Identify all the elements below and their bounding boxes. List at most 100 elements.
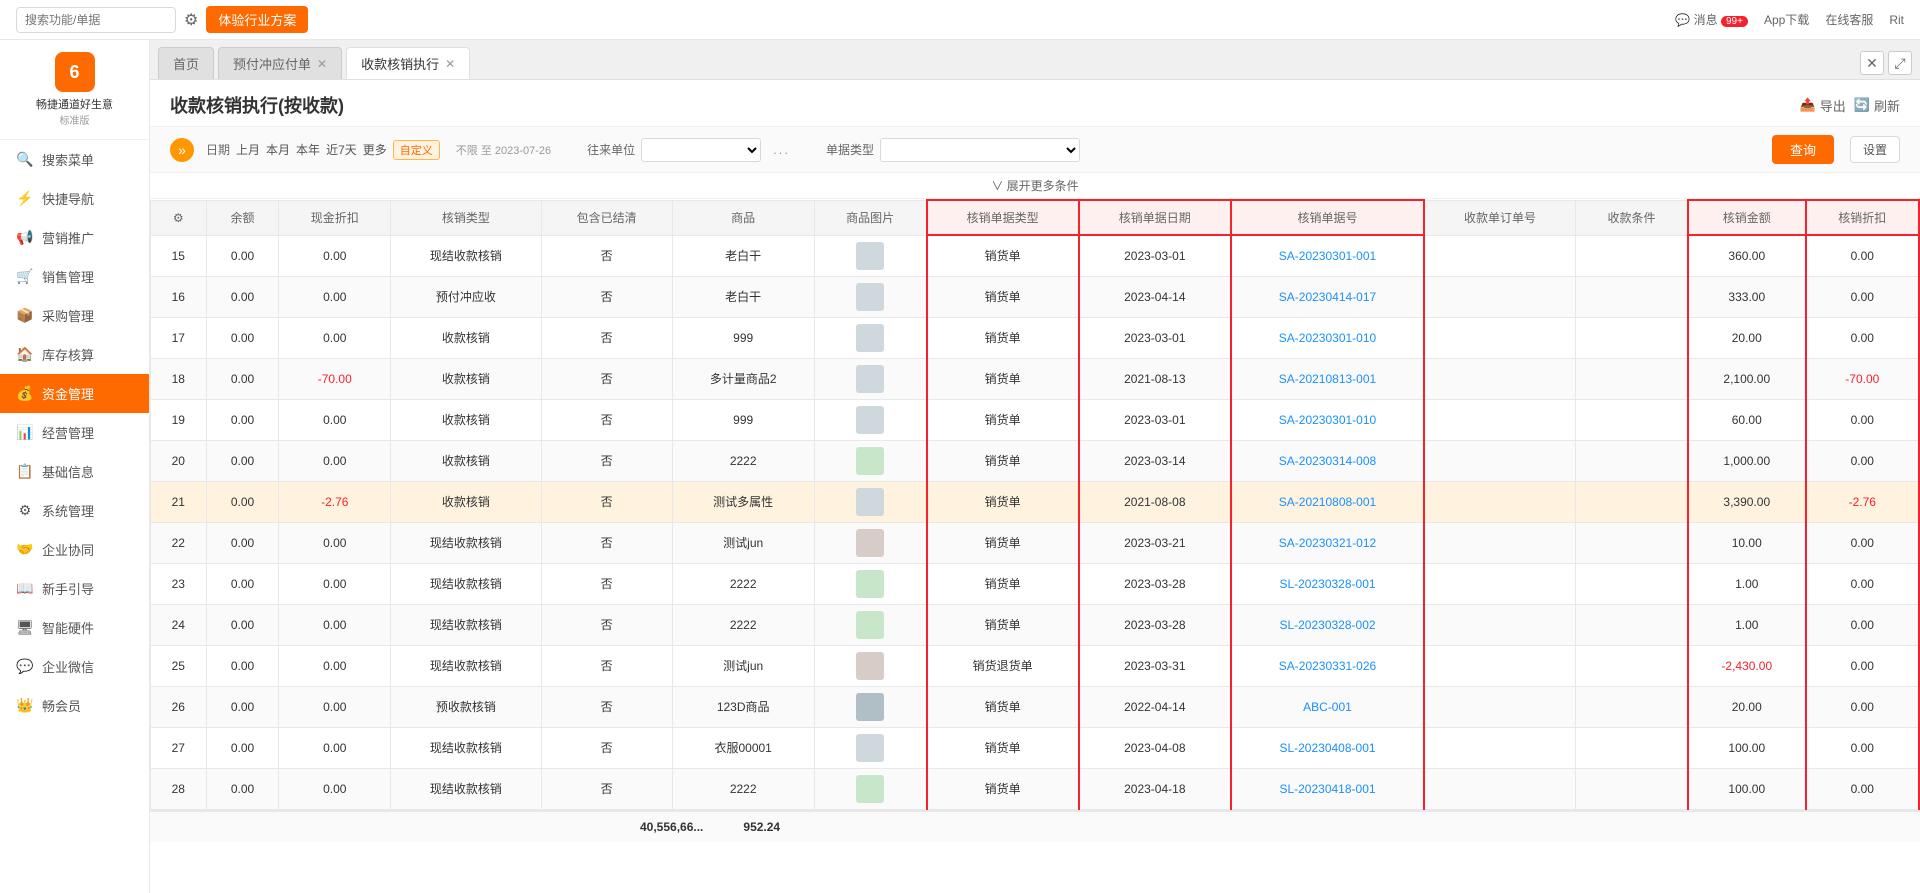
tab-collection-close[interactable]: ✕ — [445, 57, 455, 71]
cell-bill-no[interactable]: SA-20230301-010 — [1231, 317, 1424, 358]
filter-more[interactable]: 更多 — [363, 141, 387, 158]
cell-goods: 2222 — [672, 768, 814, 809]
cell-bill-no[interactable]: SL-20230328-002 — [1231, 604, 1424, 645]
refresh-label: 刷新 — [1874, 96, 1900, 115]
filter-7days[interactable]: 近7天 — [326, 141, 357, 158]
sidebar-item-finance[interactable]: 💰 资金管理 — [0, 374, 149, 413]
cell-goods-img — [814, 563, 926, 604]
refresh-button[interactable]: 🔄 刷新 — [1854, 96, 1900, 115]
sidebar-item-business[interactable]: 📊 经营管理 — [0, 413, 149, 452]
cell-bill-date: 2023-04-08 — [1079, 727, 1231, 768]
tab-prepaid[interactable]: 预付冲应付单 ✕ — [218, 47, 342, 79]
sidebar-label-inventory: 库存核算 — [42, 345, 94, 364]
cell-goods-img — [814, 399, 926, 440]
filter-receipt-type-select[interactable] — [880, 138, 1080, 162]
cell-bill-no[interactable]: SL-20230418-001 — [1231, 768, 1424, 809]
table-row: 26 0.00 0.00 预收款核销 否 123D商品 销货单 2022-04-… — [151, 686, 1920, 727]
cell-discount: 0.00 — [1806, 399, 1919, 440]
expand-conditions-button[interactable]: ∨ 展开更多条件 — [991, 177, 1078, 194]
filter-this-month[interactable]: 本月 — [266, 141, 290, 158]
cell-settled: 否 — [541, 645, 672, 686]
business-icon: 📊 — [16, 424, 34, 442]
online-service-link[interactable]: 在线客服 — [1825, 11, 1873, 28]
sidebar-item-basic[interactable]: 📋 基础信息 — [0, 452, 149, 491]
page-actions: 📤 导出 🔄 刷新 — [1800, 96, 1900, 115]
sidebar-item-guide[interactable]: 📖 新手引导 — [0, 569, 149, 608]
cell-order-no — [1424, 481, 1575, 522]
tab-home[interactable]: 首页 — [158, 47, 214, 79]
sidebar-item-inventory[interactable]: 🏠 库存核算 — [0, 335, 149, 374]
sidebar-logo: 6 畅捷通道好生意 标准版 — [0, 40, 149, 140]
col-settled: 包含已结清 — [541, 200, 672, 235]
filter-from-unit-select[interactable] — [641, 138, 761, 162]
col-type: 核销类型 — [391, 200, 542, 235]
tab-collection[interactable]: 收款核销执行 ✕ — [346, 47, 470, 79]
cell-bill-no[interactable]: SA-20230301-010 — [1231, 399, 1424, 440]
query-button[interactable]: 查询 — [1772, 135, 1834, 164]
cell-bill-no[interactable]: SA-20230314-008 — [1231, 440, 1424, 481]
message-badge: 99+ — [1721, 16, 1748, 27]
sidebar-item-hardware[interactable]: 🖥 智能硬件 — [0, 608, 149, 647]
gear-icon[interactable]: ⚙ — [184, 10, 198, 30]
cell-bill-no[interactable]: SL-20230328-001 — [1231, 563, 1424, 604]
tab-prepaid-close[interactable]: ✕ — [317, 57, 327, 71]
cell-row-num: 20 — [151, 440, 207, 481]
col-settings[interactable]: ⚙ — [151, 200, 207, 235]
table-row: 15 0.00 0.00 现结收款核销 否 老白干 销货单 2023-03-01… — [151, 235, 1920, 276]
tab-close-all-button[interactable]: ✕ — [1860, 51, 1884, 75]
message-icon[interactable]: 💬 消息 99+ — [1675, 11, 1748, 28]
sidebar-label-business: 经营管理 — [42, 423, 94, 442]
cell-balance: 0.00 — [206, 563, 279, 604]
cell-bill-type: 销货单 — [927, 481, 1079, 522]
marketing-icon: 📢 — [16, 229, 34, 247]
sidebar-label-guide: 新手引导 — [42, 579, 94, 598]
sidebar-item-marketing[interactable]: 📢 营销推广 — [0, 218, 149, 257]
app-download-link[interactable]: App下载 — [1764, 11, 1809, 28]
cell-bill-no[interactable]: ABC-001 — [1231, 686, 1424, 727]
filter-this-year[interactable]: 本年 — [296, 141, 320, 158]
cell-bill-no[interactable]: SL-20230408-001 — [1231, 727, 1424, 768]
search-input[interactable] — [16, 7, 176, 33]
hardware-icon: 🖥 — [16, 619, 34, 637]
export-button[interactable]: 📤 导出 — [1800, 96, 1846, 115]
col-discount: 核销折扣 — [1806, 200, 1919, 235]
cell-bill-no[interactable]: SA-20230301-001 — [1231, 235, 1424, 276]
cell-bill-date: 2023-03-31 — [1079, 645, 1231, 686]
cell-bill-date: 2023-03-01 — [1079, 317, 1231, 358]
page-title: 收款核销执行(按收款) — [170, 92, 344, 118]
cell-bill-no[interactable]: SA-20210808-001 — [1231, 481, 1424, 522]
sidebar-item-member[interactable]: 👑 畅会员 — [0, 686, 149, 725]
sidebar-item-quick[interactable]: ⚡ 快捷导航 — [0, 179, 149, 218]
sidebar-label-finance: 资金管理 — [42, 384, 94, 403]
table-row: 16 0.00 0.00 预付冲应收 否 老白干 销货单 2023-04-14 … — [151, 276, 1920, 317]
tab-expand-button[interactable]: ⤢ — [1888, 51, 1912, 75]
cell-condition — [1575, 440, 1687, 481]
sidebar-item-wechat[interactable]: 💬 企业微信 — [0, 647, 149, 686]
filter-settings-button[interactable]: 设置 — [1850, 136, 1900, 163]
sidebar-item-sales[interactable]: 🛒 销售管理 — [0, 257, 149, 296]
cell-amount: 333.00 — [1688, 276, 1806, 317]
cell-bill-no[interactable]: SA-20230331-026 — [1231, 645, 1424, 686]
cell-bill-no[interactable]: SA-20230414-017 — [1231, 276, 1424, 317]
table-container[interactable]: ⚙ 余额 现金折扣 核销类型 包含已结清 商品 商品图片 核销单据类型 核销单据… — [150, 199, 1920, 893]
chevron-down-icon: ∨ — [991, 179, 1003, 193]
sidebar-item-search[interactable]: 🔍 搜索菜单 — [0, 140, 149, 179]
filter-last-month[interactable]: 上月 — [236, 141, 260, 158]
main-content: 首页 预付冲应付单 ✕ 收款核销执行 ✕ ✕ ⤢ 收款核销执行(按收款) — [150, 40, 1920, 893]
filter-toggle-button[interactable]: » — [170, 138, 194, 162]
cell-bill-type: 销货单 — [927, 235, 1079, 276]
cell-cash-discount: 0.00 — [279, 399, 391, 440]
cell-bill-no[interactable]: SA-20230321-012 — [1231, 522, 1424, 563]
sidebar-item-system[interactable]: ⚙ 系统管理 — [0, 491, 149, 530]
guide-icon: 📖 — [16, 580, 34, 598]
cell-settled: 否 — [541, 235, 672, 276]
solution-button[interactable]: 体验行业方案 — [206, 6, 308, 33]
cell-discount: 0.00 — [1806, 317, 1919, 358]
sidebar-item-collab[interactable]: 🤝 企业协同 — [0, 530, 149, 569]
sidebar-item-purchase[interactable]: 📦 采购管理 — [0, 296, 149, 335]
filter-custom-btn[interactable]: 自定义 — [393, 140, 440, 160]
cell-bill-no[interactable]: SA-20210813-001 — [1231, 358, 1424, 399]
cell-cash-discount: 0.00 — [279, 317, 391, 358]
col-balance: 余额 — [206, 200, 279, 235]
data-table: ⚙ 余额 现金折扣 核销类型 包含已结清 商品 商品图片 核销单据类型 核销单据… — [150, 199, 1920, 810]
